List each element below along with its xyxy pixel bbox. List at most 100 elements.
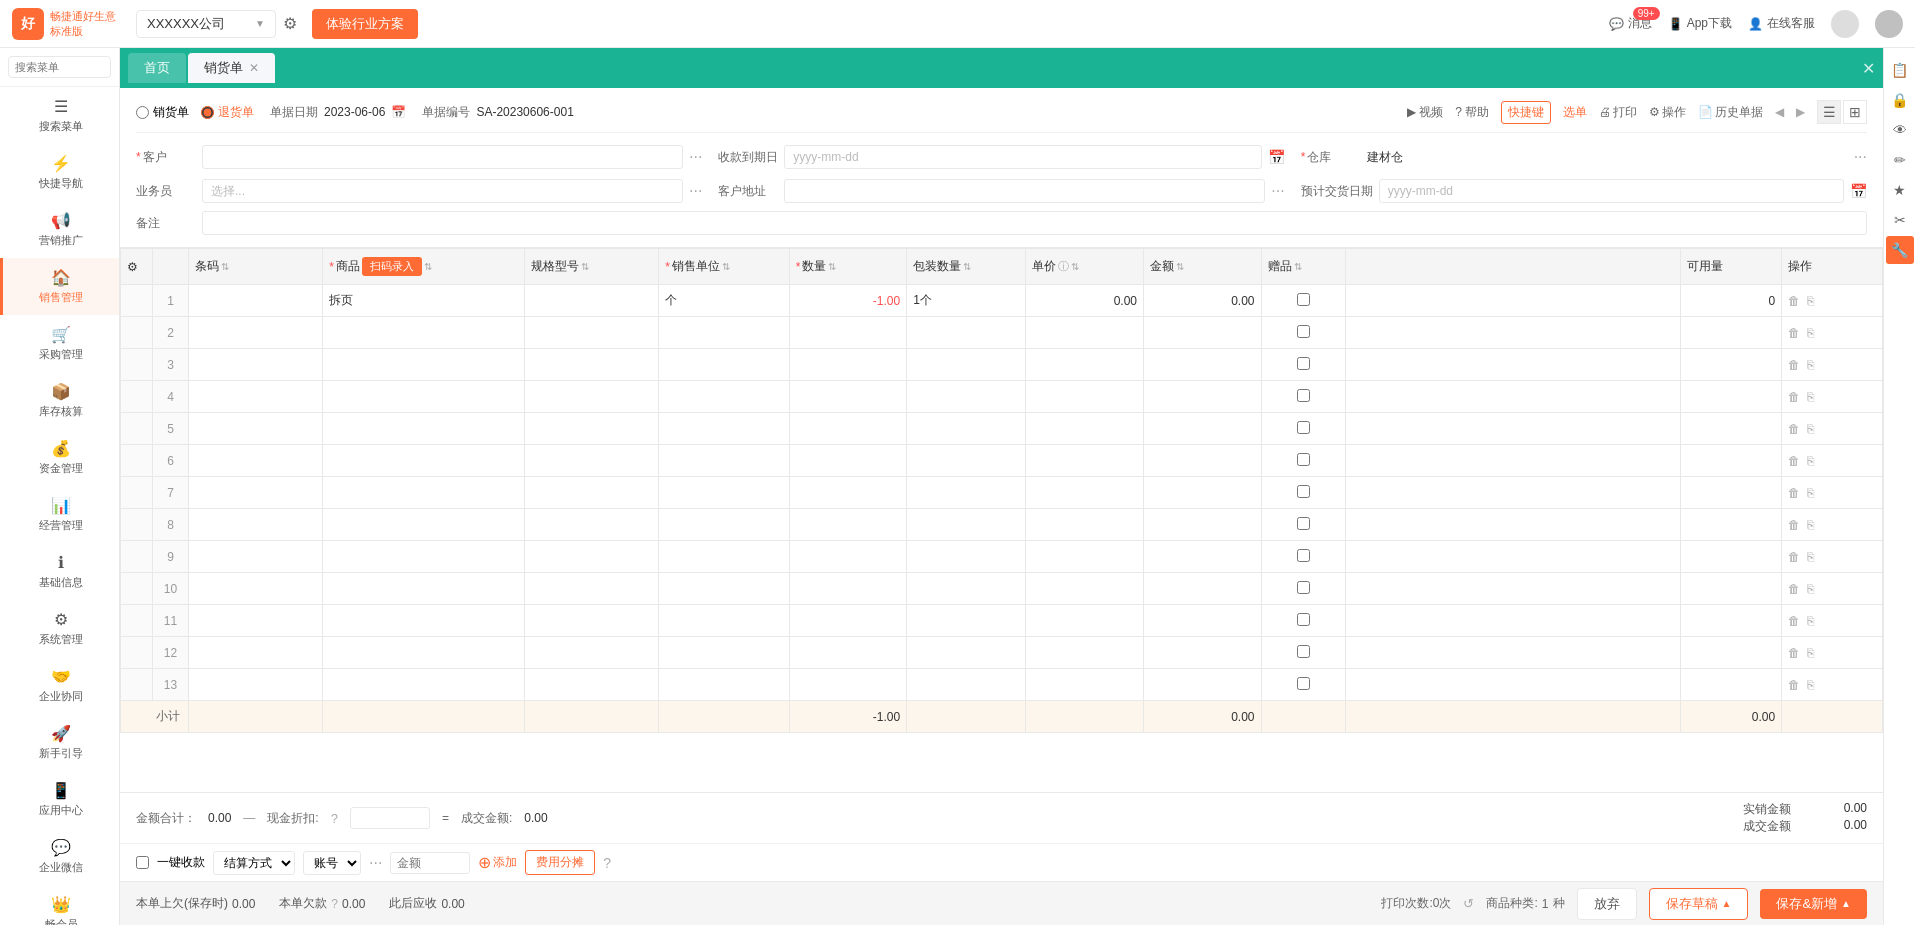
radio-return-input[interactable] xyxy=(201,106,214,119)
row-amount[interactable] xyxy=(1143,541,1261,573)
sidebar-item-basics[interactable]: ℹ基础信息 xyxy=(0,543,119,600)
add-button[interactable]: ⊕ 添加 xyxy=(478,853,517,872)
user-avatar2[interactable] xyxy=(1875,10,1903,38)
customer-address-input[interactable] xyxy=(784,179,1265,203)
row-product[interactable] xyxy=(323,637,525,669)
footer-help-icon[interactable]: ? xyxy=(603,855,611,871)
company-selector[interactable]: XXXXXX公司 ▼ xyxy=(136,10,276,38)
row-price[interactable] xyxy=(1026,349,1144,381)
row-pkgqty[interactable] xyxy=(907,637,1026,669)
warehouse-dots-icon[interactable]: ··· xyxy=(1854,148,1867,166)
sort-qty-icon[interactable]: ⇅ xyxy=(828,261,836,272)
gift-checkbox[interactable] xyxy=(1297,453,1310,466)
address-dots-icon[interactable]: ··· xyxy=(1271,182,1284,200)
row-pkgqty[interactable] xyxy=(907,317,1026,349)
discount-input[interactable] xyxy=(350,807,430,829)
delete-icon[interactable]: 🗑 xyxy=(1788,326,1800,340)
row-qty[interactable] xyxy=(789,573,907,605)
row-amount[interactable] xyxy=(1143,445,1261,477)
delete-icon[interactable]: 🗑 xyxy=(1788,614,1800,628)
salesperson-input[interactable] xyxy=(202,179,683,203)
gift-checkbox[interactable] xyxy=(1297,325,1310,338)
row-amount[interactable] xyxy=(1143,349,1261,381)
price-info-icon[interactable]: ⓘ xyxy=(1058,259,1069,274)
row-qty[interactable] xyxy=(789,445,907,477)
discard-button[interactable]: 放弃 xyxy=(1577,888,1637,920)
sidebar-item-operations[interactable]: 📊经营管理 xyxy=(0,486,119,543)
row-gift[interactable] xyxy=(1261,445,1345,477)
row-amount[interactable] xyxy=(1143,669,1261,701)
refresh-icon[interactable]: ↺ xyxy=(1463,896,1474,911)
settings-gear-button[interactable]: ⚙ xyxy=(276,10,304,38)
row-price[interactable] xyxy=(1026,381,1144,413)
sidebar-item-newbie[interactable]: 🚀新手引导 xyxy=(0,714,119,771)
calendar-icon[interactable]: 📅 xyxy=(391,105,406,119)
gift-checkbox[interactable] xyxy=(1297,293,1310,306)
row-barcode[interactable] xyxy=(189,477,323,509)
row-qty[interactable] xyxy=(789,605,907,637)
row-amount[interactable] xyxy=(1143,413,1261,445)
row-unit[interactable] xyxy=(659,605,789,637)
row-product[interactable] xyxy=(323,477,525,509)
row-spec[interactable] xyxy=(524,477,658,509)
delete-icon[interactable]: 🗑 xyxy=(1788,454,1800,468)
delete-icon[interactable]: 🗑 xyxy=(1788,486,1800,500)
sort-unit-icon[interactable]: ⇅ xyxy=(722,261,730,272)
row-price[interactable] xyxy=(1026,669,1144,701)
copy-icon[interactable]: ⎘ xyxy=(1807,614,1814,628)
row-gift[interactable] xyxy=(1261,477,1345,509)
row-price[interactable] xyxy=(1026,605,1144,637)
row-price[interactable] xyxy=(1026,413,1144,445)
copy-icon[interactable]: ⎘ xyxy=(1807,294,1814,308)
row-barcode[interactable] xyxy=(189,445,323,477)
account-select[interactable]: 账号 xyxy=(303,851,361,875)
row-amount[interactable] xyxy=(1143,573,1261,605)
sort-pkgqty-icon[interactable]: ⇅ xyxy=(963,261,971,272)
tab-close-icon[interactable]: ✕ xyxy=(249,61,259,75)
tab-sales[interactable]: 销货单 ✕ xyxy=(188,53,275,83)
help-icon2[interactable]: ? xyxy=(331,897,338,911)
sidebar-item-sales-mgmt[interactable]: 🏠销售管理 xyxy=(0,258,119,315)
row-qty[interactable] xyxy=(789,541,907,573)
gift-checkbox[interactable] xyxy=(1297,549,1310,562)
radio-sales[interactable]: 销货单 xyxy=(136,104,189,121)
row-gift[interactable] xyxy=(1261,349,1345,381)
copy-icon[interactable]: ⎘ xyxy=(1807,486,1814,500)
row-amount[interactable] xyxy=(1143,509,1261,541)
row-barcode[interactable] xyxy=(189,669,323,701)
row-product[interactable] xyxy=(323,381,525,413)
sort-spec-icon[interactable]: ⇅ xyxy=(581,261,589,272)
calc-method-select[interactable]: 结算方式 xyxy=(213,851,295,875)
gift-checkbox[interactable] xyxy=(1297,485,1310,498)
row-pkgqty[interactable] xyxy=(907,381,1026,413)
row-product[interactable] xyxy=(323,349,525,381)
radio-return[interactable]: 退货单 xyxy=(201,104,254,121)
row-qty[interactable]: -1.00 xyxy=(789,285,907,317)
row-pkgqty[interactable] xyxy=(907,445,1026,477)
row-amount[interactable] xyxy=(1143,381,1261,413)
history-action[interactable]: 📄历史单据 xyxy=(1698,104,1763,121)
row-amount[interactable] xyxy=(1143,317,1261,349)
row-price[interactable] xyxy=(1026,573,1144,605)
row-product[interactable] xyxy=(323,573,525,605)
row-gift[interactable] xyxy=(1261,605,1345,637)
row-price[interactable] xyxy=(1026,637,1144,669)
chevron-up-icon[interactable]: ▲ xyxy=(1722,898,1732,909)
rt-btn-6[interactable]: ✂ xyxy=(1886,206,1914,234)
row-price[interactable] xyxy=(1026,477,1144,509)
row-qty[interactable] xyxy=(789,509,907,541)
sidebar-item-quick-nav[interactable]: ⚡快捷导航 xyxy=(0,144,119,201)
delete-icon[interactable]: 🗑 xyxy=(1788,678,1800,692)
row-pkgqty[interactable] xyxy=(907,349,1026,381)
print-action[interactable]: 🖨打印 xyxy=(1599,104,1637,121)
row-spec[interactable] xyxy=(524,541,658,573)
row-barcode[interactable] xyxy=(189,349,323,381)
sidebar-item-wechat[interactable]: 💬企业微信 xyxy=(0,828,119,885)
rt-btn-1[interactable]: 📋 xyxy=(1886,56,1914,84)
scan-button[interactable]: 扫码录入 xyxy=(362,257,422,276)
rt-btn-4[interactable]: ✏ xyxy=(1886,146,1914,174)
row-unit[interactable] xyxy=(659,669,789,701)
row-spec[interactable] xyxy=(524,445,658,477)
row-amount[interactable] xyxy=(1143,605,1261,637)
rt-btn-7[interactable]: 🔧 xyxy=(1886,236,1914,264)
